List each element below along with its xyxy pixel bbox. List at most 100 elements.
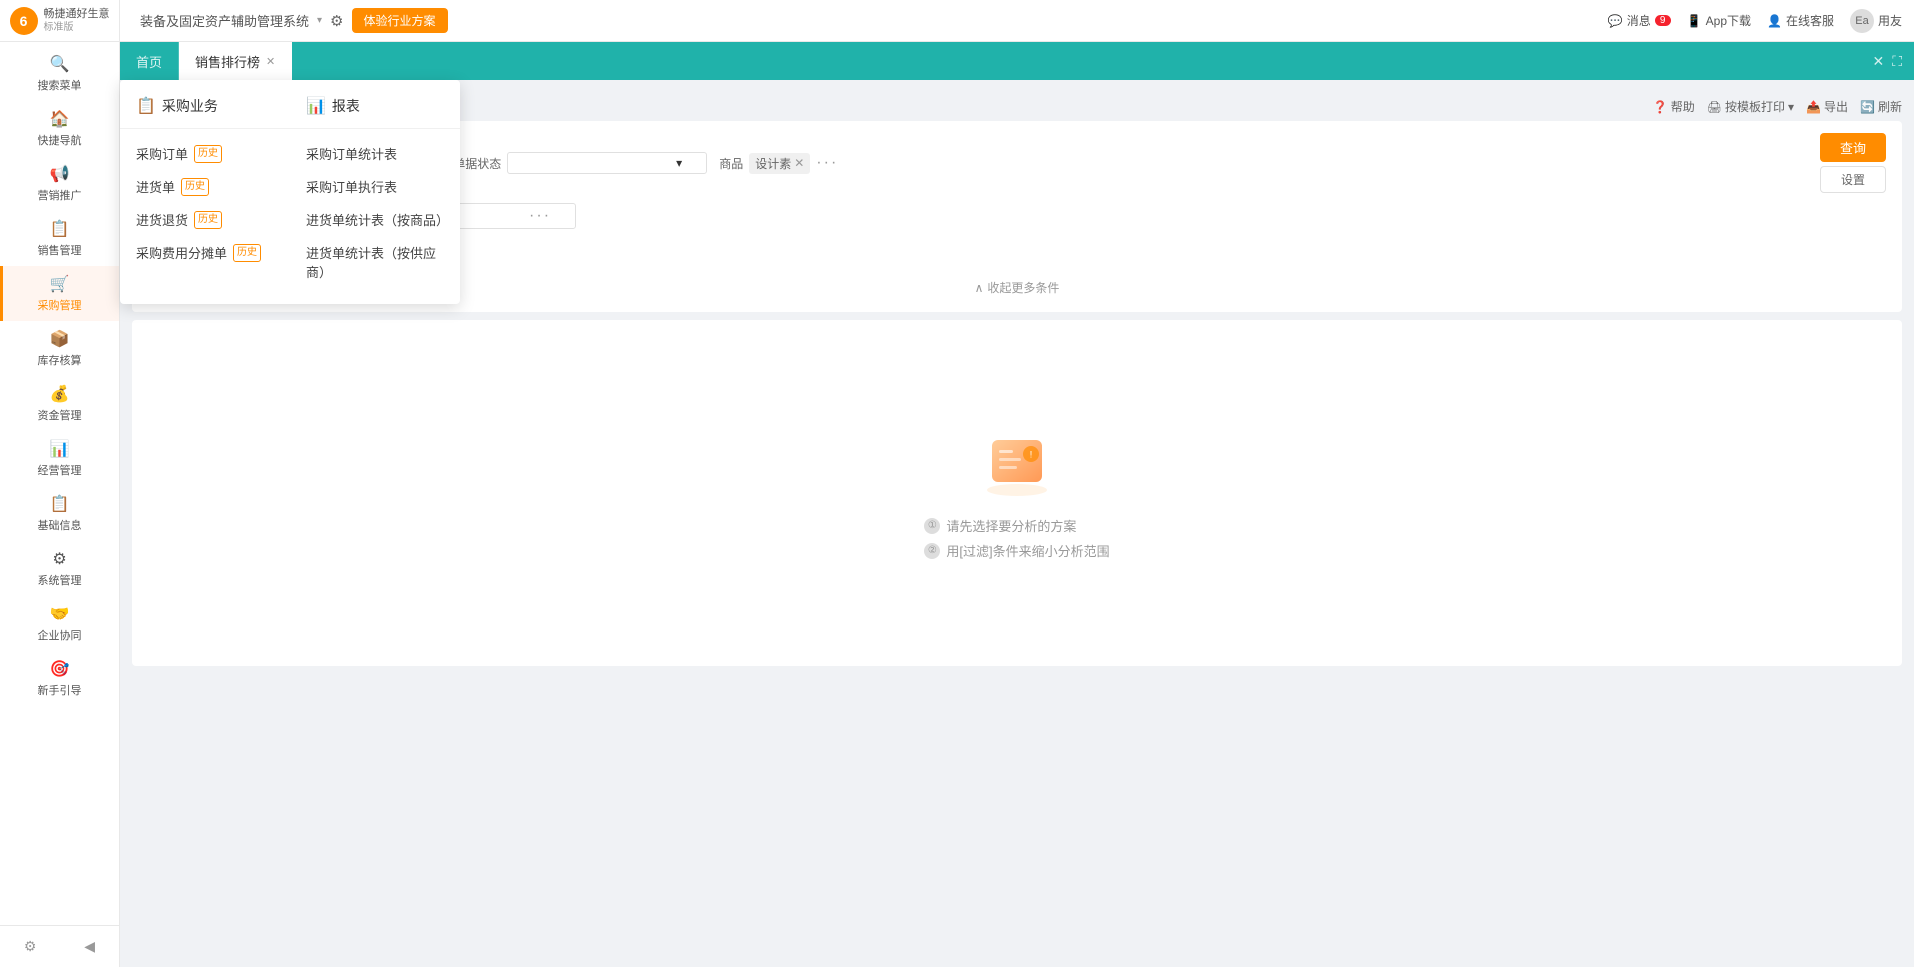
dropdown-item-incoming-goods-stat[interactable]: 进货单统计表（按商品） xyxy=(290,203,460,236)
dropdown-item-order-exec[interactable]: 采购订单执行表 xyxy=(290,170,460,203)
newbie-icon: 🎯 xyxy=(50,659,70,679)
online-service-btn[interactable]: 👤 在线客服 xyxy=(1767,12,1834,29)
system-title-area: 装备及固定资产辅助管理系统 ▾ ⚙ 体验行业方案 xyxy=(140,8,1608,33)
hist-badge-1: 历史 xyxy=(194,145,222,163)
salesperson-dots[interactable]: ··· xyxy=(529,207,551,225)
enterprise-icon: 🤝 xyxy=(50,604,70,624)
sidebar-item-system[interactable]: ⚙ 系统管理 xyxy=(0,541,119,596)
tab-bar-right: ✕ ⛶ xyxy=(1872,53,1914,70)
print-icon: 🖨 xyxy=(1707,100,1722,114)
inventory-icon: 📦 xyxy=(50,329,70,349)
voucher-status-filter: 单据状态 ▾ xyxy=(453,152,707,174)
empty-icon: ! xyxy=(977,420,1057,500)
dropdown-item-return[interactable]: 进货退货 历史 xyxy=(120,203,290,236)
system-title: 装备及固定资产辅助管理系统 xyxy=(140,11,309,30)
hist-badge-2: 历史 xyxy=(181,178,209,196)
goods-more-btn[interactable]: ··· xyxy=(816,154,838,172)
tab-bar: 首页 销售排行榜 ✕ ✕ ⛶ xyxy=(120,42,1914,80)
fund-icon: 💰 xyxy=(50,384,70,404)
sidebar-item-marketing[interactable]: 📢 营销推广 xyxy=(0,156,119,211)
tab-close-icon[interactable]: ✕ xyxy=(266,55,275,68)
dropdown-content: 采购订单 历史 进货单 历史 进货退货 历史 采购费用分摊单 历史 采购订单统计… xyxy=(120,133,460,292)
logo-icon: 6 xyxy=(10,7,38,35)
sidebar: 6 畅捷通好生意 标准版 🔍 搜索菜单 🏠 快捷导航 📢 营销推广 📋 销售管理… xyxy=(0,0,120,967)
tab-home[interactable]: 首页 xyxy=(120,42,179,80)
dropdown-menu: 📋 采购业务 📊 报表 采购订单 历史 进货单 历史 进货退货 历史 采购费用分… xyxy=(120,80,460,304)
content-area: ! ① 请先选择要分析的方案 ② 用[过滤]条件来缩小分析范围 xyxy=(132,320,1902,666)
purchase-icon: 🛒 xyxy=(50,274,70,294)
settings-bottom-icon[interactable]: ⚙ xyxy=(24,938,37,955)
action-buttons: 查询 设置 xyxy=(1820,133,1886,193)
refresh-btn[interactable]: 🔄 刷新 xyxy=(1860,98,1902,115)
goods-tag: 设计素 ✕ xyxy=(749,153,810,174)
industry-btn[interactable]: 体验行业方案 xyxy=(352,8,448,33)
title-dropdown-arrow[interactable]: ▾ xyxy=(317,15,322,26)
sidebar-item-operation[interactable]: 📊 经营管理 xyxy=(0,431,119,486)
print-btn[interactable]: 🖨 按模板打印 ▾ xyxy=(1707,98,1794,115)
user-btn[interactable]: Ea 用友 xyxy=(1850,9,1902,33)
app-download-btn[interactable]: 📱 App下载 xyxy=(1687,12,1751,29)
megaphone-icon: 📢 xyxy=(50,164,70,184)
hist-badge-4: 历史 xyxy=(233,244,261,262)
purchase-section-title: 📋 采购业务 xyxy=(120,92,290,120)
sidebar-nav: 🔍 搜索菜单 🏠 快捷导航 📢 营销推广 📋 销售管理 🛒 采购管理 📦 库存核… xyxy=(0,42,119,925)
empty-hints: ① 请先选择要分析的方案 ② 用[过滤]条件来缩小分析范围 xyxy=(924,516,1109,566)
export-btn[interactable]: 📤 导出 xyxy=(1806,98,1848,115)
goods-filter: 商品 设计素 ✕ ··· xyxy=(719,153,838,174)
collapse-arrow-icon: ∧ xyxy=(975,281,984,295)
collapse-sidebar-icon[interactable]: ◀ xyxy=(84,938,95,955)
top-right-area: 💬 消息 9 📱 App下载 👤 在线客服 Ea 用友 xyxy=(1608,9,1902,33)
sidebar-item-base-info[interactable]: 📋 基础信息 xyxy=(0,486,119,541)
search-icon: 🔍 xyxy=(50,54,70,74)
sidebar-logo: 6 畅捷通好生意 标准版 xyxy=(0,0,119,42)
sidebar-item-search[interactable]: 🔍 搜索菜单 xyxy=(0,46,119,101)
setting-btn[interactable]: 设置 xyxy=(1820,166,1886,193)
chevron-down-icon: ▾ xyxy=(676,156,682,170)
system-icon: ⚙ xyxy=(52,549,66,569)
goods-tag-close[interactable]: ✕ xyxy=(794,156,804,170)
service-icon: 👤 xyxy=(1767,14,1782,28)
sidebar-item-newbie[interactable]: 🎯 新手引导 xyxy=(0,651,119,706)
dropdown-item-purchase-order[interactable]: 采购订单 历史 xyxy=(120,137,290,170)
dropdown-item-incoming-supplier-stat[interactable]: 进货单统计表（按供应商） xyxy=(290,236,460,288)
help-btn[interactable]: ❓ 帮助 xyxy=(1653,98,1695,115)
query-btn[interactable]: 查询 xyxy=(1820,133,1886,162)
tab-sales-rank[interactable]: 销售排行榜 ✕ xyxy=(179,42,292,80)
message-btn[interactable]: 💬 消息 9 xyxy=(1608,12,1671,29)
sidebar-item-enterprise[interactable]: 🤝 企业协同 xyxy=(0,596,119,651)
print-arrow[interactable]: ▾ xyxy=(1788,100,1794,114)
dropdown-item-incoming[interactable]: 进货单 历史 xyxy=(120,170,290,203)
report-section-title: 📊 报表 xyxy=(290,92,460,120)
dropdown-header: 📋 采购业务 📊 报表 xyxy=(120,92,460,129)
sidebar-item-sales[interactable]: 📋 销售管理 xyxy=(0,211,119,266)
phone-icon: 📱 xyxy=(1687,14,1702,28)
sidebar-item-fund[interactable]: 💰 资金管理 xyxy=(0,376,119,431)
report-section-icon: 📊 xyxy=(306,96,326,116)
tab-expand-icon[interactable]: ⛶ xyxy=(1892,53,1902,70)
hist-badge-3: 历史 xyxy=(194,211,222,229)
top-bar: 装备及固定资产辅助管理系统 ▾ ⚙ 体验行业方案 💬 消息 9 📱 App下载 … xyxy=(120,0,1914,42)
sidebar-item-purchase[interactable]: 🛒 采购管理 xyxy=(0,266,119,321)
message-icon: 💬 xyxy=(1608,14,1623,28)
sidebar-item-quick-nav[interactable]: 🏠 快捷导航 xyxy=(0,101,119,156)
dropdown-item-order-stat[interactable]: 采购订单统计表 xyxy=(290,137,460,170)
empty-hint-2: ② 用[过滤]条件来缩小分析范围 xyxy=(924,541,1109,560)
logo-text: 畅捷通好生意 标准版 xyxy=(44,7,110,34)
dropdown-item-expense[interactable]: 采购费用分摊单 历史 xyxy=(120,236,290,269)
tab-close-all-icon[interactable]: ✕ xyxy=(1872,53,1884,70)
empty-state: ! ① 请先选择要分析的方案 ② 用[过滤]条件来缩小分析范围 xyxy=(152,340,1882,646)
base-info-icon: 📋 xyxy=(50,494,70,514)
purchase-col: 采购订单 历史 进货单 历史 进货退货 历史 采购费用分摊单 历史 xyxy=(120,133,290,292)
sidebar-bottom: ⚙ ◀ xyxy=(0,925,119,967)
report-col: 采购订单统计表 采购订单执行表 进货单统计表（按商品） 进货单统计表（按供应商） xyxy=(290,133,460,292)
sidebar-item-inventory[interactable]: 📦 库存核算 xyxy=(0,321,119,376)
export-icon: 📤 xyxy=(1806,100,1821,114)
gear-icon[interactable]: ⚙ xyxy=(330,12,343,30)
purchase-section-icon: 📋 xyxy=(136,96,156,116)
sales-icon: 📋 xyxy=(50,219,70,239)
refresh-icon: 🔄 xyxy=(1860,100,1875,114)
help-icon: ❓ xyxy=(1653,100,1668,114)
voucher-status-select[interactable]: ▾ xyxy=(507,152,707,174)
goods-label: 商品 xyxy=(719,155,743,172)
home-icon: 🏠 xyxy=(50,109,70,129)
